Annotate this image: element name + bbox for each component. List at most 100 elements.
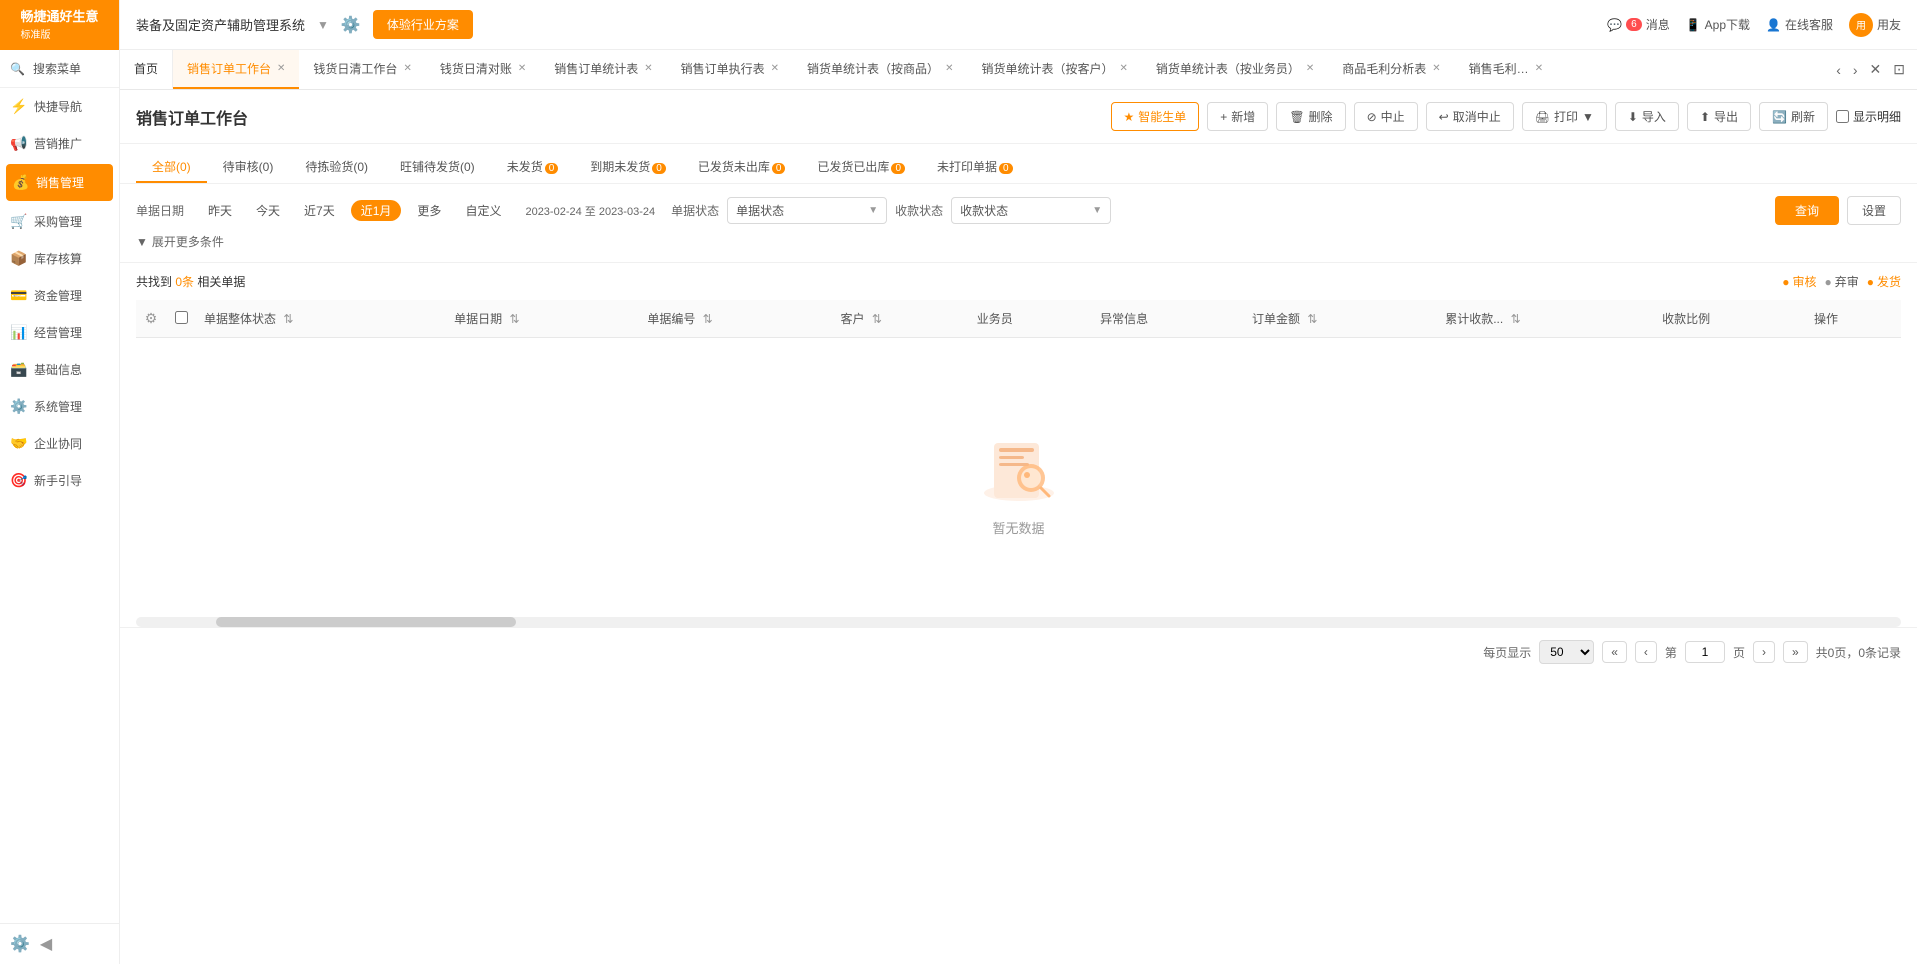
payment-select[interactable]: 收款状态 ▼ <box>951 197 1111 224</box>
tab-customer-stats[interactable]: 销货单统计表（按客户） ✕ <box>967 50 1141 89</box>
sidebar-search[interactable]: 🔍 搜索菜单 <box>0 50 119 88</box>
audit-action-btn[interactable]: ● 审核 <box>1782 273 1816 290</box>
sidebar-item-system[interactable]: ⚙️ 系统管理 <box>0 388 119 425</box>
sort-icon[interactable]: ⇅ <box>283 312 293 326</box>
print-icon: 🖨 <box>1535 110 1550 124</box>
setting-button[interactable]: 设置 <box>1847 196 1901 225</box>
dropdown-arrow-icon[interactable]: ▼ <box>317 18 329 32</box>
sidebar-item-corp[interactable]: 🤝 企业协同 <box>0 425 119 462</box>
date-btn-7days[interactable]: 近7天 <box>296 200 343 221</box>
date-btn-yesterday[interactable]: 昨天 <box>200 200 240 221</box>
sub-tab-shipped-out[interactable]: 已发货已出库0 <box>801 152 921 183</box>
sub-tab-pending-pick[interactable]: 待拣验货(0) <box>289 152 384 183</box>
user-btn[interactable]: 用 用友 <box>1849 13 1901 37</box>
print-button[interactable]: 🖨 打印 ▼ <box>1522 102 1607 131</box>
sidebar-item-sales[interactable]: 💰 销售管理 <box>6 164 113 201</box>
sort-icon[interactable]: ⇅ <box>1511 312 1521 326</box>
tab-order-exec[interactable]: 销售订单执行表 ✕ <box>667 50 793 89</box>
tab-salesperson-stats[interactable]: 销货单统计表（按业务员） ✕ <box>1142 50 1328 89</box>
status-select[interactable]: 单据状态 ▼ <box>727 197 887 224</box>
tab-close-icon[interactable]: ✕ <box>644 63 652 74</box>
tab-close-icon[interactable]: ✕ <box>1535 63 1543 74</box>
tab-close-icon[interactable]: ✕ <box>771 63 779 74</box>
refresh-button[interactable]: 🔄 刷新 <box>1759 102 1828 131</box>
date-btn-1month[interactable]: 近1月 <box>351 200 402 221</box>
experience-button[interactable]: 体验行业方案 <box>373 10 473 39</box>
export-button[interactable]: ⬆ 导出 <box>1687 102 1751 131</box>
page-size-select[interactable]: 10 20 50 100 <box>1539 640 1594 664</box>
sort-icon[interactable]: ⇅ <box>872 312 882 326</box>
tab-close-icon[interactable]: ✕ <box>518 63 526 74</box>
tab-close-all-btn[interactable]: ✕ <box>1866 57 1886 82</box>
sort-icon[interactable]: ⇅ <box>703 312 713 326</box>
sub-tab-shipped-not-out[interactable]: 已发货未出库0 <box>682 152 802 183</box>
sidebar-item-quick-nav[interactable]: ⚡ 快捷导航 <box>0 88 119 125</box>
scrollbar-thumb[interactable] <box>216 617 516 627</box>
sidebar-item-finance[interactable]: 💳 资金管理 <box>0 277 119 314</box>
ship-action-btn[interactable]: ● 发货 <box>1867 273 1901 290</box>
sub-tab-not-printed[interactable]: 未打印单据0 <box>921 152 1029 183</box>
cancel-stop-button[interactable]: ↩ 取消中止 <box>1426 102 1514 131</box>
sub-tab-overdue-ship[interactable]: 到期未发货0 <box>574 152 682 183</box>
tab-sales-margin[interactable]: 销售毛利… ✕ <box>1455 50 1557 89</box>
tab-reconciliation[interactable]: 钱货日清对账 ✕ <box>426 50 540 89</box>
horizontal-scrollbar[interactable] <box>136 617 1901 627</box>
sidebar-item-operation[interactable]: 📊 经营管理 <box>0 314 119 351</box>
page-number-input[interactable] <box>1685 641 1725 663</box>
sort-icon[interactable]: ⇅ <box>509 312 519 326</box>
date-btn-more[interactable]: 更多 <box>409 200 449 221</box>
page-first-btn[interactable]: « <box>1602 641 1627 663</box>
settings-header-icon[interactable]: ⚙️ <box>341 15 361 35</box>
settings-bottom-icon[interactable]: ⚙️ <box>10 934 30 954</box>
tab-close-icon[interactable]: ✕ <box>403 63 411 74</box>
tab-close-icon[interactable]: ✕ <box>1432 63 1440 74</box>
tab-prev-btn[interactable]: ‹ <box>1832 58 1845 82</box>
tab-home[interactable]: 首页 <box>120 50 173 89</box>
sidebar-item-label: 基础信息 <box>34 361 82 378</box>
collapse-icon[interactable]: ◀ <box>40 934 52 954</box>
main-area: 装备及固定资产辅助管理系统 ▼ ⚙️ 体验行业方案 💬 6 消息 📱 App下载… <box>120 0 1917 964</box>
show-detail-checkbox[interactable] <box>1836 110 1849 123</box>
sidebar-item-marketing[interactable]: 📢 营销推广 <box>0 125 119 162</box>
tab-goods-stats[interactable]: 销货单统计表（按商品） ✕ <box>793 50 967 89</box>
page-prev-btn[interactable]: ‹ <box>1635 641 1657 663</box>
sort-icon[interactable]: ⇅ <box>1307 312 1317 326</box>
tab-close-icon[interactable]: ✕ <box>1119 63 1127 74</box>
sidebar-item-guide[interactable]: 🎯 新手引导 <box>0 462 119 499</box>
sub-tab-wangpu[interactable]: 旺铺待发货(0) <box>384 152 491 183</box>
sub-tab-pending-review[interactable]: 待审核(0) <box>207 152 290 183</box>
query-button[interactable]: 查询 <box>1775 196 1839 225</box>
date-btn-today[interactable]: 今天 <box>248 200 288 221</box>
delete-button[interactable]: 🗑 删除 <box>1276 102 1345 131</box>
tab-next-btn[interactable]: › <box>1849 58 1862 82</box>
show-detail-label[interactable]: 显示明细 <box>1836 108 1901 125</box>
add-button[interactable]: + 新增 <box>1207 102 1268 131</box>
sub-tab-not-shipped[interactable]: 未发货0 <box>491 152 575 183</box>
cancel-audit-action-btn[interactable]: ● 弃审 <box>1824 273 1858 290</box>
tab-order-stats[interactable]: 销售订单统计表 ✕ <box>540 50 666 89</box>
tab-close-icon[interactable]: ✕ <box>1306 63 1314 74</box>
select-all-checkbox[interactable] <box>175 311 188 324</box>
date-btn-custom[interactable]: 自定义 <box>457 200 509 221</box>
tab-cash-daily[interactable]: 钱货日清工作台 ✕ <box>299 50 425 89</box>
sidebar-item-base[interactable]: 🗃️ 基础信息 <box>0 351 119 388</box>
expand-conditions-btn[interactable]: ▼ 展开更多条件 <box>136 233 1901 250</box>
sidebar-item-purchase[interactable]: 🛒 采购管理 <box>0 203 119 240</box>
tab-close-icon[interactable]: ✕ <box>277 63 285 74</box>
table-settings-icon[interactable]: ⚙ <box>145 310 158 326</box>
col-customer: 客户 ⇅ <box>833 300 969 338</box>
online-service-btn[interactable]: 👤 在线客服 <box>1766 16 1833 33</box>
message-btn[interactable]: 💬 6 消息 <box>1607 16 1670 33</box>
sub-tab-all[interactable]: 全部(0) <box>136 152 207 183</box>
import-button[interactable]: ⬇ 导入 <box>1615 102 1679 131</box>
tab-expand-btn[interactable]: ⊡ <box>1889 57 1909 82</box>
sidebar-item-inventory[interactable]: 📦 库存核算 <box>0 240 119 277</box>
page-next-btn[interactable]: › <box>1753 641 1775 663</box>
page-last-btn[interactable]: » <box>1783 641 1808 663</box>
tab-sales-workbench[interactable]: 销售订单工作台 ✕ <box>173 50 299 89</box>
stop-button[interactable]: ⊘ 中止 <box>1354 102 1418 131</box>
tab-close-icon[interactable]: ✕ <box>945 63 953 74</box>
app-download-btn[interactable]: 📱 App下载 <box>1686 16 1750 33</box>
tab-margin-analysis[interactable]: 商品毛利分析表 ✕ <box>1328 50 1454 89</box>
smart-order-button[interactable]: ★ 智能生单 <box>1111 102 1200 131</box>
